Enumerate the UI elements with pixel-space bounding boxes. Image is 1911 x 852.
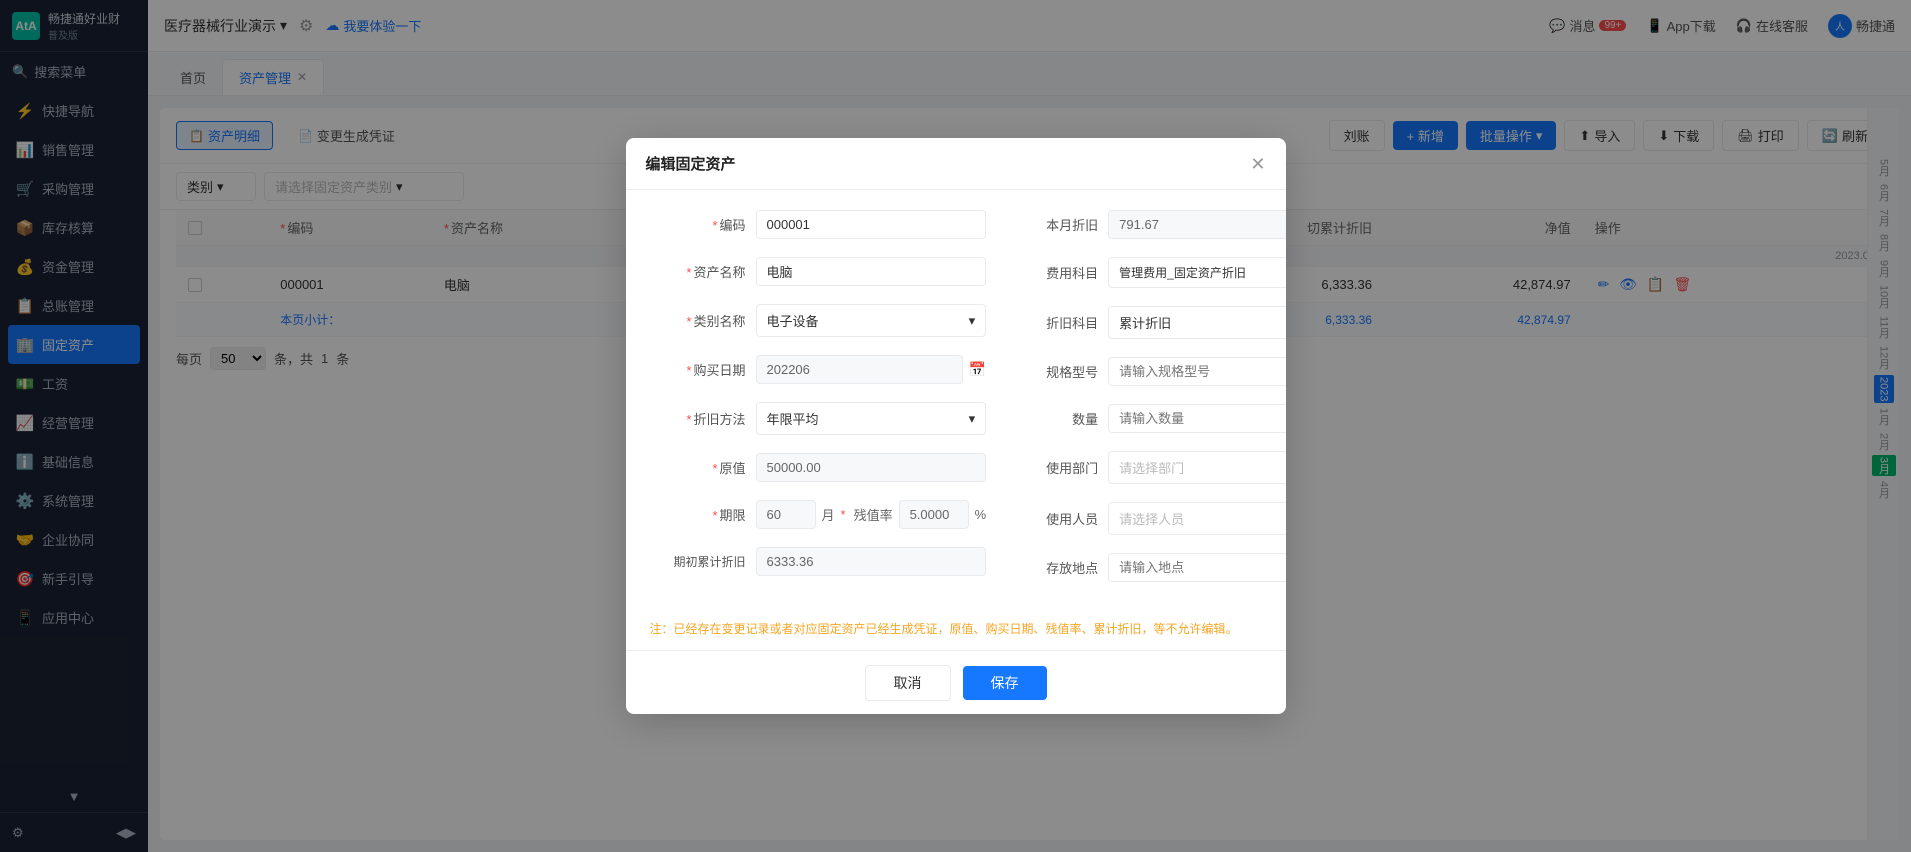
purchase-date-row: *购买日期 📅 xyxy=(666,355,987,384)
person-select[interactable]: 请选择人员 ▾ xyxy=(1108,502,1285,535)
purchase-date-input[interactable] xyxy=(756,355,963,384)
accum-depreciation-label: 期初累计折旧 xyxy=(666,553,756,570)
expense-subject-label: 费用科目 xyxy=(1018,263,1108,282)
quantity-input[interactable] xyxy=(1108,404,1285,433)
period-residual-row: *期限 月 * 残值率 % xyxy=(666,500,987,529)
depreciation-subject-label: 折旧科目 xyxy=(1018,313,1108,332)
modal-footer: 取消 保存 xyxy=(626,650,1286,714)
department-placeholder: 请选择部门 xyxy=(1119,458,1184,477)
chevron-down-icon: ▾ xyxy=(969,411,976,427)
department-row: 使用部门 请选择部门 ▾ xyxy=(1018,451,1285,484)
depreciation-subject-value: 累计折旧 xyxy=(1119,313,1171,332)
original-value-input[interactable] xyxy=(756,453,987,482)
depreciation-method-row: *折旧方法 年限平均 ▾ xyxy=(666,402,987,435)
chevron-down-icon: ▾ xyxy=(969,313,976,329)
depreciation-subject-select[interactable]: 累计折旧 ▾ xyxy=(1108,306,1285,339)
monthly-depreciation-input xyxy=(1108,210,1285,239)
code-input[interactable] xyxy=(756,210,987,239)
residual-rate-unit: % xyxy=(975,507,987,522)
category-row: *类别名称 电子设备 ▾ xyxy=(666,304,987,337)
expense-subject-row: 费用科目 管理费用_固定资产折旧 ▾ xyxy=(1018,257,1285,288)
original-value-label: *原值 xyxy=(666,458,756,477)
code-row: *编码 xyxy=(666,210,987,239)
purchase-date-group: 📅 xyxy=(756,355,987,384)
save-button[interactable]: 保存 xyxy=(963,666,1047,700)
category-select[interactable]: 电子设备 ▾ xyxy=(756,304,987,337)
original-value-row: *原值 xyxy=(666,453,987,482)
depreciation-subject-row: 折旧科目 累计折旧 ▾ xyxy=(1018,306,1285,339)
cancel-button[interactable]: 取消 xyxy=(865,665,951,701)
period-label: *期限 xyxy=(666,505,756,524)
accum-depreciation-row: 期初累计折旧 xyxy=(666,547,987,576)
expense-subject-value: 管理费用_固定资产折旧 xyxy=(1119,264,1246,281)
modal-overlay: 编辑固定资产 ✕ *编码 *资产名称 xyxy=(0,0,1911,852)
purchase-date-label: *购买日期 xyxy=(666,360,756,379)
modal-title: 编辑固定资产 xyxy=(646,153,736,174)
residual-rate-label: 残值率 xyxy=(854,505,893,524)
asset-name-label: *资产名称 xyxy=(666,262,756,281)
person-row: 使用人员 请选择人员 ▾ xyxy=(1018,502,1285,535)
calendar-icon[interactable]: 📅 xyxy=(969,361,986,378)
spec-input[interactable] xyxy=(1108,357,1285,386)
edit-asset-modal: 编辑固定资产 ✕ *编码 *资产名称 xyxy=(626,138,1286,714)
quantity-label: 数量 xyxy=(1018,409,1108,428)
asset-name-input[interactable] xyxy=(756,257,987,286)
spec-row: 规格型号 xyxy=(1018,357,1285,386)
expense-subject-select[interactable]: 管理费用_固定资产折旧 ▾ xyxy=(1108,257,1285,288)
quantity-row: 数量 xyxy=(1018,404,1285,433)
person-placeholder: 请选择人员 xyxy=(1119,509,1184,528)
period-input[interactable] xyxy=(756,500,816,529)
location-row: 存放地点 xyxy=(1018,553,1285,582)
modal-note: 注：已经存在变更记录或者对应固定资产已经生成凭证，原值、购买日期、残值率、累计折… xyxy=(626,620,1286,650)
residual-rate-input[interactable] xyxy=(899,500,969,529)
location-input[interactable] xyxy=(1108,553,1285,582)
monthly-depreciation-row: 本月折旧 xyxy=(1018,210,1285,239)
period-unit: 月 xyxy=(822,505,835,524)
form-col-left: *编码 *资产名称 *类别名称 xyxy=(650,210,1003,600)
spec-label: 规格型号 xyxy=(1018,362,1108,381)
asset-name-row: *资产名称 xyxy=(666,257,987,286)
monthly-depreciation-label: 本月折旧 xyxy=(1018,215,1108,234)
depreciation-method-label: *折旧方法 xyxy=(666,409,756,428)
modal-header: 编辑固定资产 ✕ xyxy=(626,138,1286,190)
depreciation-method-select[interactable]: 年限平均 ▾ xyxy=(756,402,987,435)
category-value: 电子设备 xyxy=(767,311,819,330)
accum-depreciation-input[interactable] xyxy=(756,547,987,576)
code-label: *编码 xyxy=(666,215,756,234)
modal-close-btn[interactable]: ✕ xyxy=(1250,155,1265,173)
depreciation-method-value: 年限平均 xyxy=(767,409,819,428)
period-residual-group: 月 * 残值率 % xyxy=(756,500,987,529)
modal-body: *编码 *资产名称 *类别名称 xyxy=(626,190,1286,620)
form-col-right: 本月折旧 费用科目 管理费用_固定资产折旧 ▾ 折旧科目 xyxy=(1002,210,1285,600)
person-label: 使用人员 xyxy=(1018,509,1108,528)
form-grid: *编码 *资产名称 *类别名称 xyxy=(650,210,1262,600)
department-select[interactable]: 请选择部门 ▾ xyxy=(1108,451,1285,484)
department-label: 使用部门 xyxy=(1018,458,1108,477)
category-label: *类别名称 xyxy=(666,311,756,330)
location-label: 存放地点 xyxy=(1018,558,1108,577)
